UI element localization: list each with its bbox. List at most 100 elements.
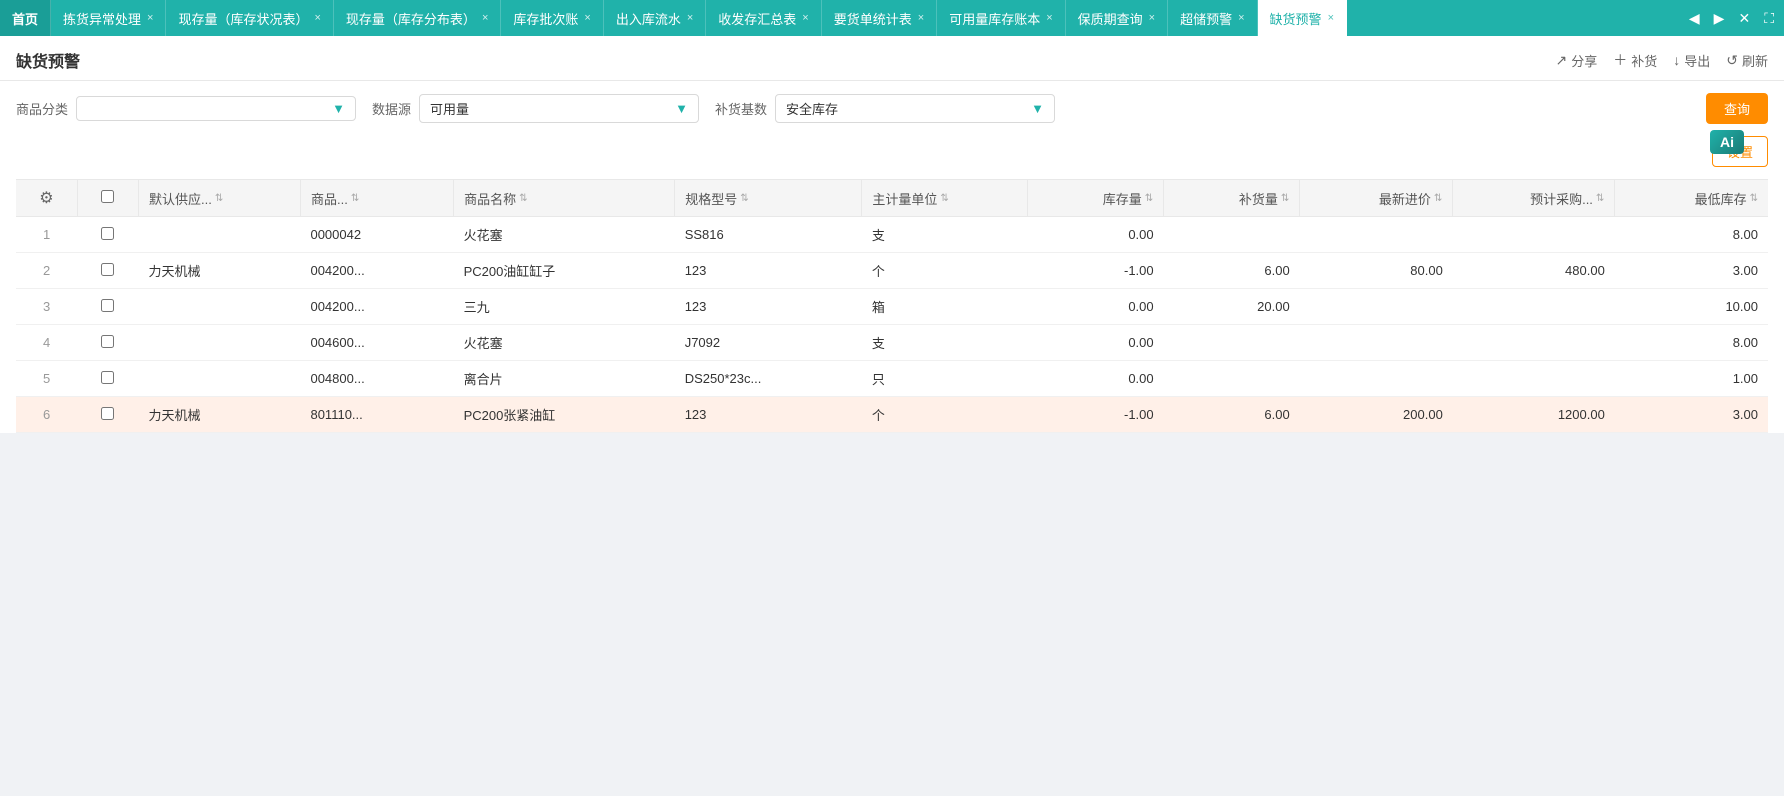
close-inout-flow-icon[interactable]: × — [687, 12, 693, 24]
th-est-purchase: 预计采购... ⇅ — [1453, 180, 1615, 217]
close-inventory-dist-icon[interactable]: × — [482, 12, 488, 24]
th-replenish: 补货量 ⇅ — [1164, 180, 1300, 217]
cell-code: 801110... — [300, 397, 453, 433]
cell-est-purchase — [1453, 217, 1615, 253]
sort-code[interactable]: 商品... ⇅ — [311, 189, 359, 208]
cell-latest-price — [1300, 217, 1453, 253]
category-select[interactable]: ▼ — [76, 96, 356, 121]
close-batch-account-icon[interactable]: × — [584, 12, 590, 24]
datasource-select[interactable]: 可用量 ▼ — [419, 94, 699, 123]
sort-supplier[interactable]: 默认供应... ⇅ — [149, 189, 223, 208]
cell-latest-price: 200.00 — [1300, 397, 1453, 433]
row-checkbox[interactable] — [101, 299, 114, 312]
tab-fullscreen-button[interactable]: ⛶ — [1758, 6, 1780, 31]
tab-expiry-query[interactable]: 保质期查询 × — [1066, 0, 1168, 36]
sort-stock[interactable]: 库存量 ⇅ — [1103, 189, 1153, 208]
cell-idx: 4 — [16, 325, 77, 361]
th-code-label: 商品... — [311, 189, 348, 208]
sort-unit[interactable]: 主计量单位 ⇅ — [872, 189, 948, 208]
replenish-base-filter-group: 补货基数 安全库存 ▼ — [715, 94, 1055, 123]
sort-spec[interactable]: 规格型号 ⇅ — [685, 189, 748, 208]
tab-expiry-query-label: 保质期查询 — [1078, 9, 1143, 28]
close-expiry-query-icon[interactable]: × — [1149, 12, 1155, 24]
table-row: 2 力天机械 004200... PC200油缸缸子 123 个 -1.00 6… — [16, 253, 1768, 289]
cell-name: 离合片 — [454, 361, 675, 397]
tab-receipt-summary[interactable]: 收发存汇总表 × — [706, 0, 821, 36]
select-all-checkbox[interactable] — [101, 190, 114, 203]
close-exception-icon[interactable]: × — [147, 12, 153, 24]
tab-inventory-status-label: 现存量（库存状况表） — [178, 9, 308, 28]
close-available-ledger-icon[interactable]: × — [1046, 12, 1052, 24]
cell-unit: 个 — [862, 253, 1028, 289]
row-checkbox[interactable] — [101, 227, 114, 240]
table-row: 1 0000042 火花塞 SS816 支 0.00 8.00 — [16, 217, 1768, 253]
category-label: 商品分类 — [16, 99, 68, 118]
replenish-base-value: 安全库存 — [786, 99, 838, 118]
tab-prev-button[interactable]: ◀ — [1683, 6, 1706, 31]
row-checkbox[interactable] — [101, 407, 114, 420]
tab-close-all-button[interactable]: ✕ — [1732, 6, 1756, 31]
th-name-label: 商品名称 — [464, 189, 516, 208]
cell-idx: 3 — [16, 289, 77, 325]
cell-latest-price — [1300, 289, 1453, 325]
close-shortage-warning-icon[interactable]: × — [1328, 12, 1334, 24]
cell-check — [77, 253, 138, 289]
tab-exception[interactable]: 拣货异常处理 × — [51, 0, 166, 36]
refresh-button[interactable]: ↺ 刷新 — [1726, 51, 1768, 70]
row-checkbox[interactable] — [101, 335, 114, 348]
cell-latest-price — [1300, 325, 1453, 361]
replenish-base-arrow-icon: ▼ — [1031, 101, 1044, 116]
replenish-base-select[interactable]: 安全库存 ▼ — [775, 94, 1055, 123]
tab-inventory-dist[interactable]: 现存量（库存分布表） × — [334, 0, 501, 36]
ai-badge[interactable]: Ai — [1710, 130, 1744, 154]
cell-check — [77, 397, 138, 433]
row-checkbox[interactable] — [101, 371, 114, 384]
th-check — [77, 180, 138, 217]
sort-min-stock-icon: ⇅ — [1750, 193, 1758, 204]
cell-est-purchase: 1200.00 — [1453, 397, 1615, 433]
close-receipt-summary-icon[interactable]: × — [802, 12, 808, 24]
sort-est-purchase[interactable]: 预计采购... ⇅ — [1530, 189, 1604, 208]
cell-code: 004800... — [300, 361, 453, 397]
tab-overstock-warning[interactable]: 超储预警 × — [1168, 0, 1257, 36]
cell-supplier — [138, 217, 300, 253]
cell-name: 三九 — [454, 289, 675, 325]
query-button[interactable]: 查询 — [1706, 93, 1768, 124]
export-button[interactable]: ↓ 导出 — [1673, 51, 1710, 70]
close-inventory-status-icon[interactable]: × — [314, 12, 320, 24]
cell-name: PC200油缸缸子 — [454, 253, 675, 289]
tab-available-ledger[interactable]: 可用量库存账本 × — [937, 0, 1065, 36]
tab-batch-account[interactable]: 库存批次账 × — [501, 0, 603, 36]
cell-est-purchase — [1453, 325, 1615, 361]
close-overstock-warning-icon[interactable]: × — [1238, 12, 1244, 24]
cell-spec: J7092 — [675, 325, 862, 361]
th-latest-price-label: 最新进价 — [1379, 189, 1431, 208]
share-button[interactable]: ↗ 分享 — [1555, 51, 1597, 70]
export-label: 导出 — [1684, 51, 1710, 70]
filter-bar2: 设置 — [0, 136, 1784, 179]
sort-replenish[interactable]: 补货量 ⇅ — [1239, 189, 1289, 208]
th-min-stock: 最低库存 ⇅ — [1615, 180, 1768, 217]
cell-spec: SS816 — [675, 217, 862, 253]
tab-inout-flow[interactable]: 出入库流水 × — [604, 0, 706, 36]
row-checkbox[interactable] — [101, 263, 114, 276]
cell-code: 0000042 — [300, 217, 453, 253]
sort-latest-price[interactable]: 最新进价 ⇅ — [1379, 189, 1442, 208]
close-order-stats-icon[interactable]: × — [918, 12, 924, 24]
sort-code-icon: ⇅ — [351, 193, 359, 204]
column-settings-button[interactable]: ⚙ — [39, 188, 53, 208]
tab-inout-flow-label: 出入库流水 — [616, 9, 681, 28]
cell-idx: 2 — [16, 253, 77, 289]
cell-est-purchase — [1453, 361, 1615, 397]
replenish-button[interactable]: ＋ 补货 — [1613, 50, 1657, 70]
cell-spec: DS250*23c... — [675, 361, 862, 397]
sort-name[interactable]: 商品名称 ⇅ — [464, 189, 527, 208]
tab-batch-account-label: 库存批次账 — [513, 9, 578, 28]
tab-home[interactable]: 首页 — [0, 0, 51, 36]
sort-min-stock[interactable]: 最低库存 ⇅ — [1695, 189, 1758, 208]
tab-shortage-warning[interactable]: 缺货预警 × — [1258, 0, 1347, 36]
tab-next-button[interactable]: ▶ — [1708, 6, 1731, 31]
tab-order-stats[interactable]: 要货单统计表 × — [822, 0, 937, 36]
tab-inventory-status[interactable]: 现存量（库存状况表） × — [166, 0, 333, 36]
th-spec: 规格型号 ⇅ — [675, 180, 862, 217]
